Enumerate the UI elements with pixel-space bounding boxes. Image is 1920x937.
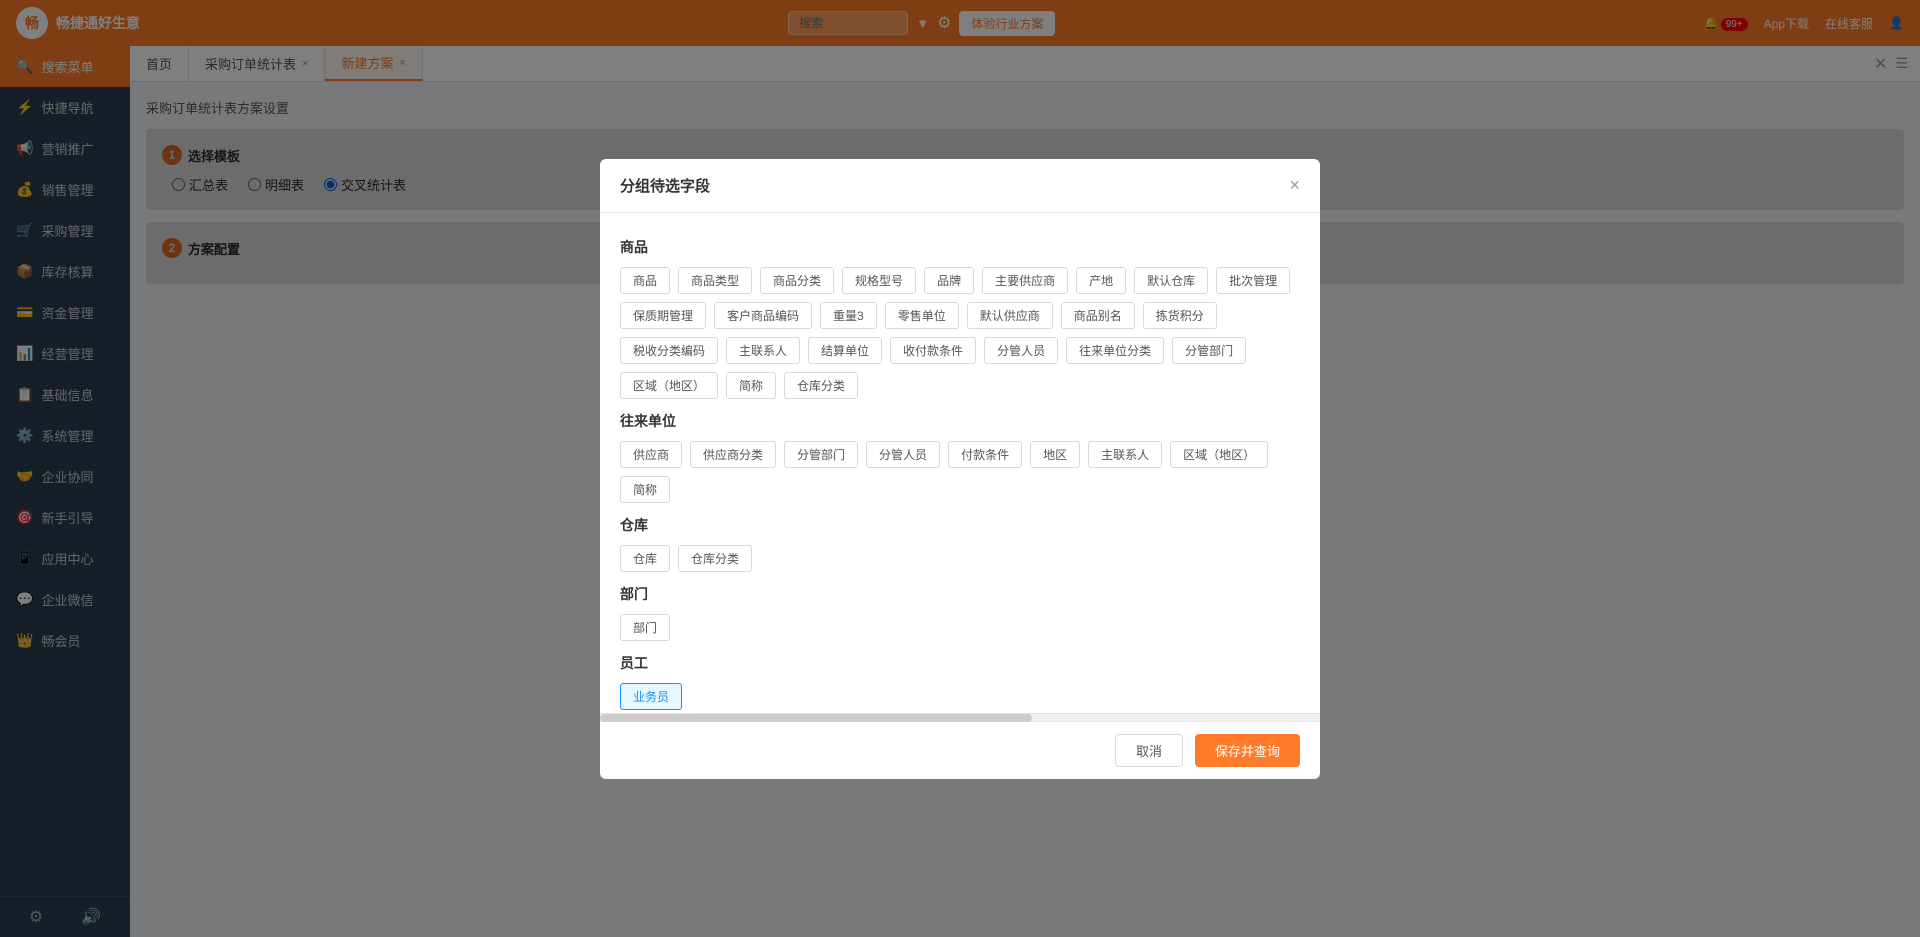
field-tag-supplier-category[interactable]: 供应商分类 bbox=[690, 441, 776, 468]
section-title-department: 部门 bbox=[620, 584, 1300, 604]
section-title-product: 商品 bbox=[620, 237, 1300, 257]
modal-close-btn[interactable]: × bbox=[1289, 176, 1300, 194]
field-tag-payment-terms-partner[interactable]: 付款条件 bbox=[948, 441, 1022, 468]
field-tag-product-type[interactable]: 商品类型 bbox=[678, 267, 752, 294]
field-tag-origin[interactable]: 产地 bbox=[1076, 267, 1126, 294]
field-tag-payment-terms[interactable]: 收付款条件 bbox=[890, 337, 976, 364]
field-tag-retail-unit[interactable]: 零售单位 bbox=[885, 302, 959, 329]
field-tag-short-name[interactable]: 简称 bbox=[726, 372, 776, 399]
field-tag-weight3[interactable]: 重量3 bbox=[820, 302, 877, 329]
field-tag-supervisor-partner[interactable]: 分管人员 bbox=[866, 441, 940, 468]
cancel-button[interactable]: 取消 bbox=[1115, 734, 1183, 767]
field-tag-main-supplier[interactable]: 主要供应商 bbox=[982, 267, 1068, 294]
field-tag-main-contact-partner[interactable]: 主联系人 bbox=[1088, 441, 1162, 468]
section-title-employee: 员工 bbox=[620, 653, 1300, 673]
field-tags-employee: 业务员 bbox=[620, 683, 1300, 710]
field-tag-product[interactable]: 商品 bbox=[620, 267, 670, 294]
field-tag-warehouse-category[interactable]: 仓库分类 bbox=[784, 372, 858, 399]
field-tag-settlement-unit[interactable]: 结算单位 bbox=[808, 337, 882, 364]
field-tag-default-supplier[interactable]: 默认供应商 bbox=[967, 302, 1053, 329]
field-tag-region-product[interactable]: 区域（地区） bbox=[620, 372, 718, 399]
confirm-button[interactable]: 保存并查询 bbox=[1195, 734, 1300, 767]
modal-horizontal-scrollbar[interactable] bbox=[600, 713, 1320, 721]
field-tags-warehouse: 仓库 仓库分类 bbox=[620, 545, 1300, 572]
field-tag-dept-partner[interactable]: 分管部门 bbox=[784, 441, 858, 468]
field-tag-default-warehouse[interactable]: 默认仓库 bbox=[1134, 267, 1208, 294]
modal-footer: 取消 保存并查询 bbox=[600, 721, 1320, 779]
field-tag-batch-mgmt[interactable]: 批次管理 bbox=[1216, 267, 1290, 294]
field-tag-region-partner[interactable]: 地区 bbox=[1030, 441, 1080, 468]
field-tags-product: 商品 商品类型 商品分类 规格型号 品牌 主要供应商 产地 默认仓库 批次管理 … bbox=[620, 267, 1300, 399]
modal-dialog: 分组待选字段 × 商品 商品 商品类型 商品分类 规格型号 品牌 主要供应商 产… bbox=[600, 159, 1320, 779]
field-tag-warehouse-cat[interactable]: 仓库分类 bbox=[678, 545, 752, 572]
field-tag-main-contact[interactable]: 主联系人 bbox=[726, 337, 800, 364]
field-tag-region2-partner[interactable]: 区域（地区） bbox=[1170, 441, 1268, 468]
field-tag-shelf-life[interactable]: 保质期管理 bbox=[620, 302, 706, 329]
field-tag-customer-code[interactable]: 客户商品编码 bbox=[714, 302, 812, 329]
field-tag-salesperson[interactable]: 业务员 bbox=[620, 683, 682, 710]
field-tag-short-name-partner[interactable]: 简称 bbox=[620, 476, 670, 503]
field-tag-pick-points[interactable]: 拣货积分 bbox=[1143, 302, 1217, 329]
field-tag-department[interactable]: 部门 bbox=[620, 614, 670, 641]
modal-overlay: 分组待选字段 × 商品 商品 商品类型 商品分类 规格型号 品牌 主要供应商 产… bbox=[0, 0, 1920, 937]
field-tag-dept[interactable]: 分管部门 bbox=[1172, 337, 1246, 364]
modal-header: 分组待选字段 × bbox=[600, 159, 1320, 213]
field-tag-partner-category[interactable]: 往来单位分类 bbox=[1066, 337, 1164, 364]
section-title-warehouse: 仓库 bbox=[620, 515, 1300, 535]
field-tag-tax-code[interactable]: 税收分类编码 bbox=[620, 337, 718, 364]
modal-title: 分组待选字段 bbox=[620, 175, 710, 196]
modal-scroll-thumb bbox=[600, 714, 1032, 722]
field-tag-spec-model[interactable]: 规格型号 bbox=[842, 267, 916, 294]
field-tag-warehouse[interactable]: 仓库 bbox=[620, 545, 670, 572]
field-tag-supervisor[interactable]: 分管人员 bbox=[984, 337, 1058, 364]
field-tag-brand[interactable]: 品牌 bbox=[924, 267, 974, 294]
field-tag-product-category[interactable]: 商品分类 bbox=[760, 267, 834, 294]
section-title-partner: 往来单位 bbox=[620, 411, 1300, 431]
field-tags-department: 部门 bbox=[620, 614, 1300, 641]
field-tag-supplier[interactable]: 供应商 bbox=[620, 441, 682, 468]
modal-body: 商品 商品 商品类型 商品分类 规格型号 品牌 主要供应商 产地 默认仓库 批次… bbox=[600, 213, 1320, 713]
field-tags-partner: 供应商 供应商分类 分管部门 分管人员 付款条件 地区 主联系人 区域（地区） … bbox=[620, 441, 1300, 503]
field-tag-product-alias[interactable]: 商品别名 bbox=[1061, 302, 1135, 329]
